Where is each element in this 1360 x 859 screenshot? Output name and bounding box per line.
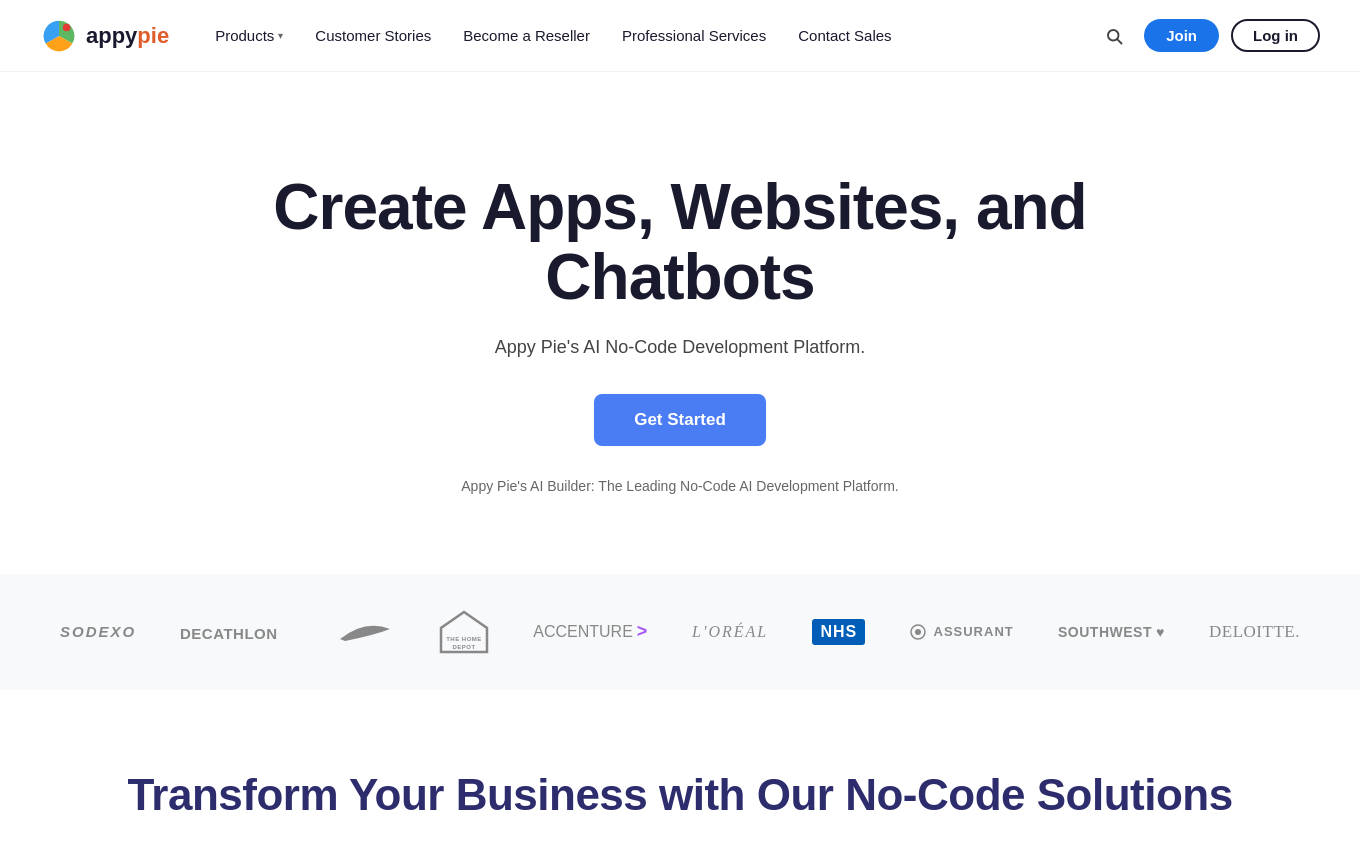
nav-customer-stories[interactable]: Customer Stories — [301, 19, 445, 52]
logo-homedepot: THE HOME DEPOT — [439, 610, 489, 654]
login-button[interactable]: Log in — [1231, 19, 1320, 52]
hero-section: Create Apps, Websites, and Chatbots Appy… — [230, 72, 1130, 574]
logo-sodexo: sodexo — [60, 623, 136, 640]
search-icon — [1105, 27, 1123, 45]
svg-line-3 — [1118, 39, 1122, 43]
logo-deloitte: Deloitte. — [1209, 622, 1300, 642]
nav-professional-services[interactable]: Professional Services — [608, 19, 780, 52]
svg-text:DECATHLON: DECATHLON — [180, 625, 278, 642]
logos-strip: sodexo DECATHLON THE HOME DEPOT accentur… — [0, 574, 1360, 690]
logo-nhs: NHS — [812, 619, 865, 645]
svg-point-1 — [63, 23, 71, 31]
navbar: appypie Products ▾ Customer Stories Beco… — [0, 0, 1360, 72]
logo[interactable]: appypie — [40, 17, 169, 55]
logo-southwest: Southwest♥ — [1058, 624, 1165, 640]
chevron-down-icon: ▾ — [278, 30, 283, 41]
transform-title: Transform Your Business with Our No-Code… — [40, 770, 1320, 820]
nav-left: appypie Products ▾ Customer Stories Beco… — [40, 17, 906, 55]
nav-become-reseller[interactable]: Become a Reseller — [449, 19, 604, 52]
get-started-button[interactable]: Get Started — [594, 394, 766, 446]
logo-nike — [335, 617, 395, 647]
svg-point-9 — [915, 629, 921, 635]
hero-tagline: Appy Pie's AI Builder: The Leading No-Co… — [270, 478, 1090, 494]
logo-decathlon: DECATHLON — [180, 617, 290, 647]
nav-contact-sales[interactable]: Contact Sales — [784, 19, 905, 52]
hero-title: Create Apps, Websites, and Chatbots — [270, 172, 1090, 313]
nav-right: Join Log in — [1096, 18, 1320, 54]
hero-subtitle: Appy Pie's AI No-Code Development Platfo… — [270, 337, 1090, 358]
join-button[interactable]: Join — [1144, 19, 1219, 52]
nav-links: Products ▾ Customer Stories Become a Res… — [201, 19, 905, 52]
logo-text: appypie — [86, 23, 169, 49]
transform-section: Transform Your Business with Our No-Code… — [0, 690, 1360, 859]
svg-text:DEPOT: DEPOT — [452, 644, 475, 650]
nav-products[interactable]: Products ▾ — [201, 19, 297, 52]
logo-icon — [40, 17, 78, 55]
logo-loreal: L'ORÉAL — [692, 623, 768, 641]
search-button[interactable] — [1096, 18, 1132, 54]
logo-assurant: ASSURANT — [910, 624, 1014, 640]
logo-accenture: accenture > — [533, 621, 648, 642]
hero-cta-container: Get Started — [270, 394, 1090, 470]
svg-text:THE HOME: THE HOME — [446, 636, 482, 642]
